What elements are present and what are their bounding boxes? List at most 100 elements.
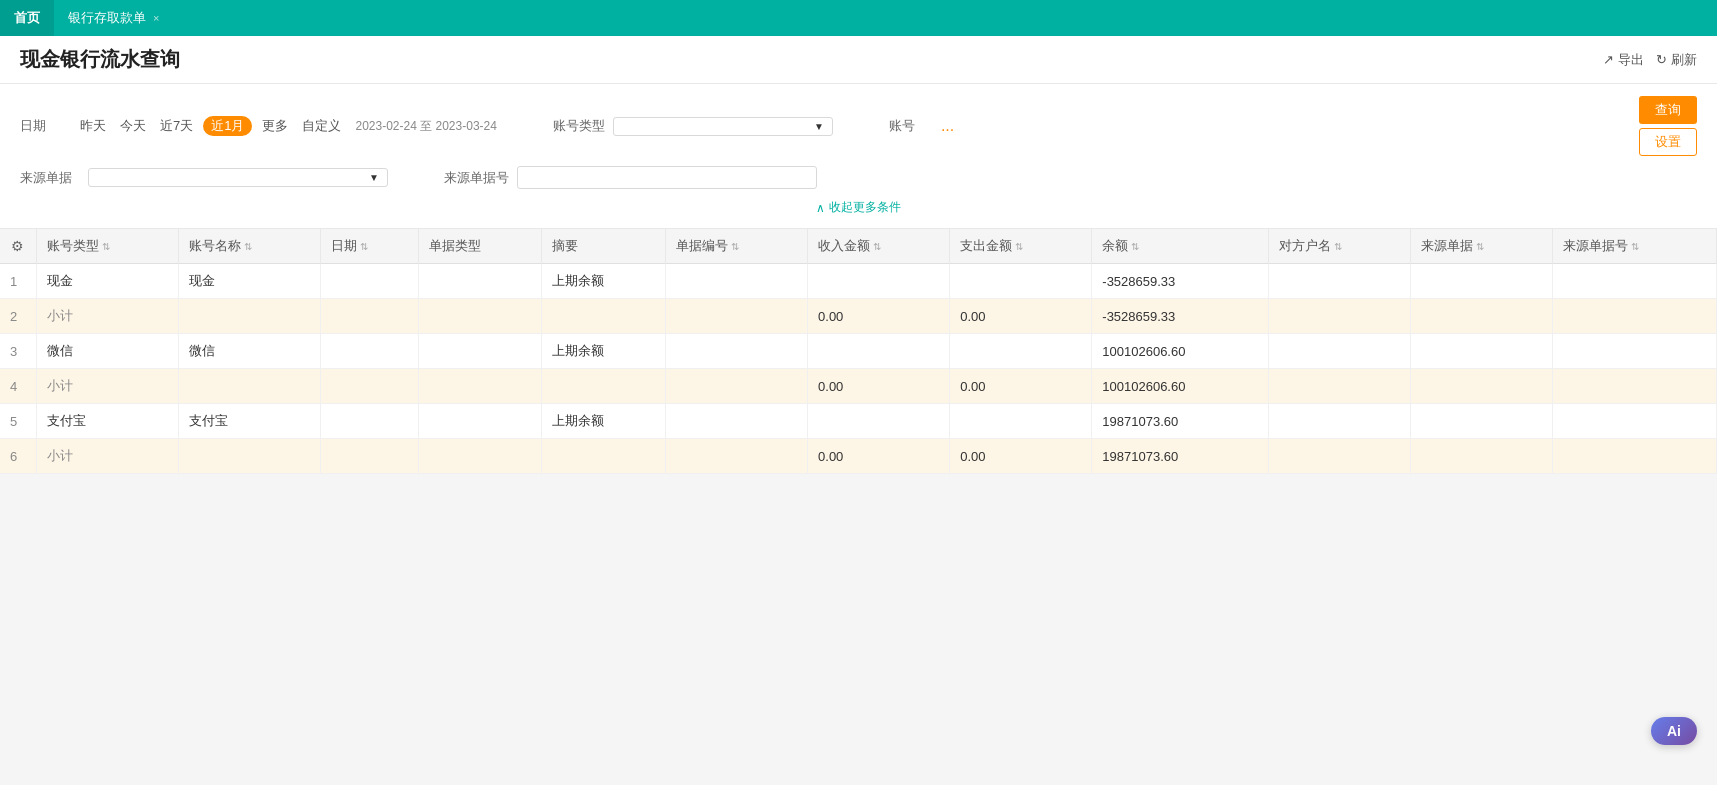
cell-doc_no [665, 264, 807, 299]
cell-source_doc [1410, 264, 1552, 299]
col-header-doc_type: 单据类型 [418, 229, 542, 264]
col-header-balance[interactable]: 余额⇅ [1092, 229, 1268, 264]
cell-balance: -3528659.33 [1092, 264, 1268, 299]
cell-doc_no [665, 404, 807, 439]
cell-account_type: 微信 [36, 334, 178, 369]
cell-date [320, 299, 418, 334]
export-button[interactable]: ↗ 导出 [1603, 51, 1644, 69]
cell-summary: 上期余额 [542, 264, 666, 299]
date-today-btn[interactable]: 今天 [116, 116, 150, 136]
cell-settings: 5 [0, 404, 36, 439]
date-more-btn[interactable]: 更多 [258, 116, 292, 136]
source-doc-no-label: 来源单据号 [444, 169, 509, 187]
cell-summary [542, 369, 666, 404]
table-row: 6小计0.000.0019871073.60 [0, 439, 1717, 474]
cell-expense [950, 334, 1092, 369]
cell-account_name: 支付宝 [178, 404, 320, 439]
cell-source_doc_no [1552, 404, 1716, 439]
cell-doc_type [418, 369, 542, 404]
table-row: 3微信微信上期余额100102606.60 [0, 334, 1717, 369]
cell-account_type: 小计 [36, 439, 178, 474]
sort-icon: ⇅ [1015, 241, 1023, 252]
query-button[interactable]: 查询 [1639, 96, 1697, 124]
cell-source_doc [1410, 404, 1552, 439]
sort-icon: ⇅ [244, 241, 252, 252]
cell-balance: 19871073.60 [1092, 439, 1268, 474]
source-doc-chevron-icon: ▼ [369, 172, 379, 183]
cell-doc_type [418, 299, 542, 334]
cell-expense [950, 264, 1092, 299]
col-header-source_doc[interactable]: 来源单据⇅ [1410, 229, 1552, 264]
col-header-income[interactable]: 收入金额⇅ [808, 229, 950, 264]
cell-counterparty [1268, 299, 1410, 334]
sort-icon: ⇅ [1631, 241, 1639, 252]
settings-button[interactable]: 设置 [1639, 128, 1697, 156]
nav-home[interactable]: 首页 [0, 0, 54, 36]
col-header-counterparty[interactable]: 对方户名⇅ [1268, 229, 1410, 264]
cell-account_type: 小计 [36, 299, 178, 334]
cell-doc_no [665, 299, 807, 334]
date-yesterday-btn[interactable]: 昨天 [76, 116, 110, 136]
cell-doc_type [418, 264, 542, 299]
sort-icon: ⇅ [873, 241, 881, 252]
cell-balance: 100102606.60 [1092, 334, 1268, 369]
account-ellipsis-btn[interactable]: ... [937, 117, 958, 135]
cell-account_name: 现金 [178, 264, 320, 299]
cell-date [320, 369, 418, 404]
cell-doc_no [665, 369, 807, 404]
cell-doc_type [418, 334, 542, 369]
cell-date [320, 404, 418, 439]
cell-counterparty [1268, 369, 1410, 404]
refresh-icon: ↻ [1656, 52, 1667, 67]
collapse-bar[interactable]: ∧ 收起更多条件 [20, 199, 1697, 216]
source-doc-no-input[interactable] [517, 166, 817, 189]
date-7days-btn[interactable]: 近7天 [156, 116, 197, 136]
sort-icon: ⇅ [102, 241, 110, 252]
col-header-doc_no[interactable]: 单据编号⇅ [665, 229, 807, 264]
col-header-source_doc_no[interactable]: 来源单据号⇅ [1552, 229, 1716, 264]
nav-tab[interactable]: 银行存取款单× [54, 0, 199, 36]
cell-expense: 0.00 [950, 439, 1092, 474]
col-header-date[interactable]: 日期⇅ [320, 229, 418, 264]
cell-settings: 2 [0, 299, 36, 334]
date-1month-btn[interactable]: 近1月 [203, 116, 252, 136]
cell-income: 0.00 [808, 299, 950, 334]
cell-expense: 0.00 [950, 299, 1092, 334]
cell-source_doc_no [1552, 369, 1716, 404]
cell-source_doc_no [1552, 439, 1716, 474]
account-label: 账号 [889, 117, 929, 135]
cell-settings: 1 [0, 264, 36, 299]
cell-doc_type [418, 404, 542, 439]
cell-income [808, 264, 950, 299]
cell-source_doc_no [1552, 264, 1716, 299]
cell-settings: 3 [0, 334, 36, 369]
cell-settings: 4 [0, 369, 36, 404]
cell-account_type: 现金 [36, 264, 178, 299]
cell-source_doc [1410, 369, 1552, 404]
cell-counterparty [1268, 264, 1410, 299]
filter-row-1: 日期 昨天 今天 近7天 近1月 更多 自定义 2023-02-24 至 202… [20, 96, 1697, 156]
table-row: 2小计0.000.00-3528659.33 [0, 299, 1717, 334]
table-container: ⚙账号类型⇅账号名称⇅日期⇅单据类型摘要单据编号⇅收入金额⇅支出金额⇅余额⇅对方… [0, 229, 1717, 474]
cell-source_doc [1410, 334, 1552, 369]
gear-icon[interactable]: ⚙ [11, 238, 24, 254]
date-custom-btn[interactable]: 自定义 [298, 116, 345, 136]
tab-close-icon[interactable]: × [153, 0, 159, 36]
account-type-select[interactable]: ▼ [613, 117, 833, 136]
cell-summary [542, 299, 666, 334]
source-doc-select[interactable]: ▼ [88, 168, 388, 187]
col-header-expense[interactable]: 支出金额⇅ [950, 229, 1092, 264]
cell-balance: 19871073.60 [1092, 404, 1268, 439]
sort-icon: ⇅ [360, 241, 368, 252]
col-header-account_type[interactable]: 账号类型⇅ [36, 229, 178, 264]
cell-source_doc_no [1552, 299, 1716, 334]
cell-source_doc [1410, 439, 1552, 474]
cell-expense [950, 404, 1092, 439]
cell-date [320, 264, 418, 299]
col-header-account_name[interactable]: 账号名称⇅ [178, 229, 320, 264]
cell-doc_type [418, 439, 542, 474]
col-header-settings: ⚙ [0, 229, 36, 264]
refresh-button[interactable]: ↻ 刷新 [1656, 51, 1697, 69]
cell-account_name [178, 299, 320, 334]
data-table: ⚙账号类型⇅账号名称⇅日期⇅单据类型摘要单据编号⇅收入金额⇅支出金额⇅余额⇅对方… [0, 229, 1717, 474]
